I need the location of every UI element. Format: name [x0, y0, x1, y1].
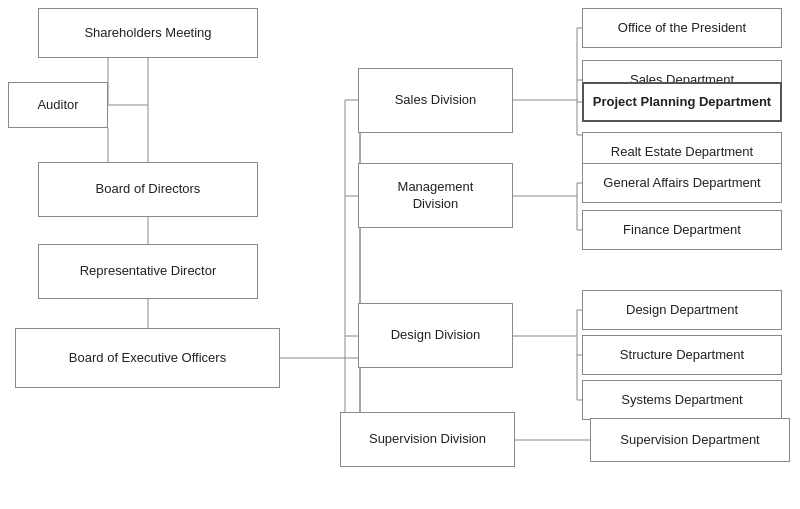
representative-director-box: Representative Director	[38, 244, 258, 299]
shareholders-meeting-box: Shareholders Meeting	[38, 8, 258, 58]
office-president-box: Office of the President	[582, 8, 782, 48]
auditor-box: Auditor	[8, 82, 108, 128]
project-planning-box: Project Planning Department	[582, 82, 782, 122]
design-dept-box: Design Department	[582, 290, 782, 330]
sales-division-box: Sales Division	[358, 68, 513, 133]
supervision-dept-box: Supervision Department	[590, 418, 790, 462]
board-of-directors-box: Board of Directors	[38, 162, 258, 217]
finance-box: Finance Department	[582, 210, 782, 250]
supervision-division-box: Supervision Division	[340, 412, 515, 467]
design-division-box: Design Division	[358, 303, 513, 368]
board-exec-officers-box: Board of Executive Officers	[15, 328, 280, 388]
structure-dept-box: Structure Department	[582, 335, 782, 375]
systems-dept-box: Systems Department	[582, 380, 782, 420]
management-division-box: Management Division	[358, 163, 513, 228]
general-affairs-box: General Affairs Department	[582, 163, 782, 203]
org-chart: Shareholders Meeting Auditor Board of Di…	[0, 0, 800, 509]
